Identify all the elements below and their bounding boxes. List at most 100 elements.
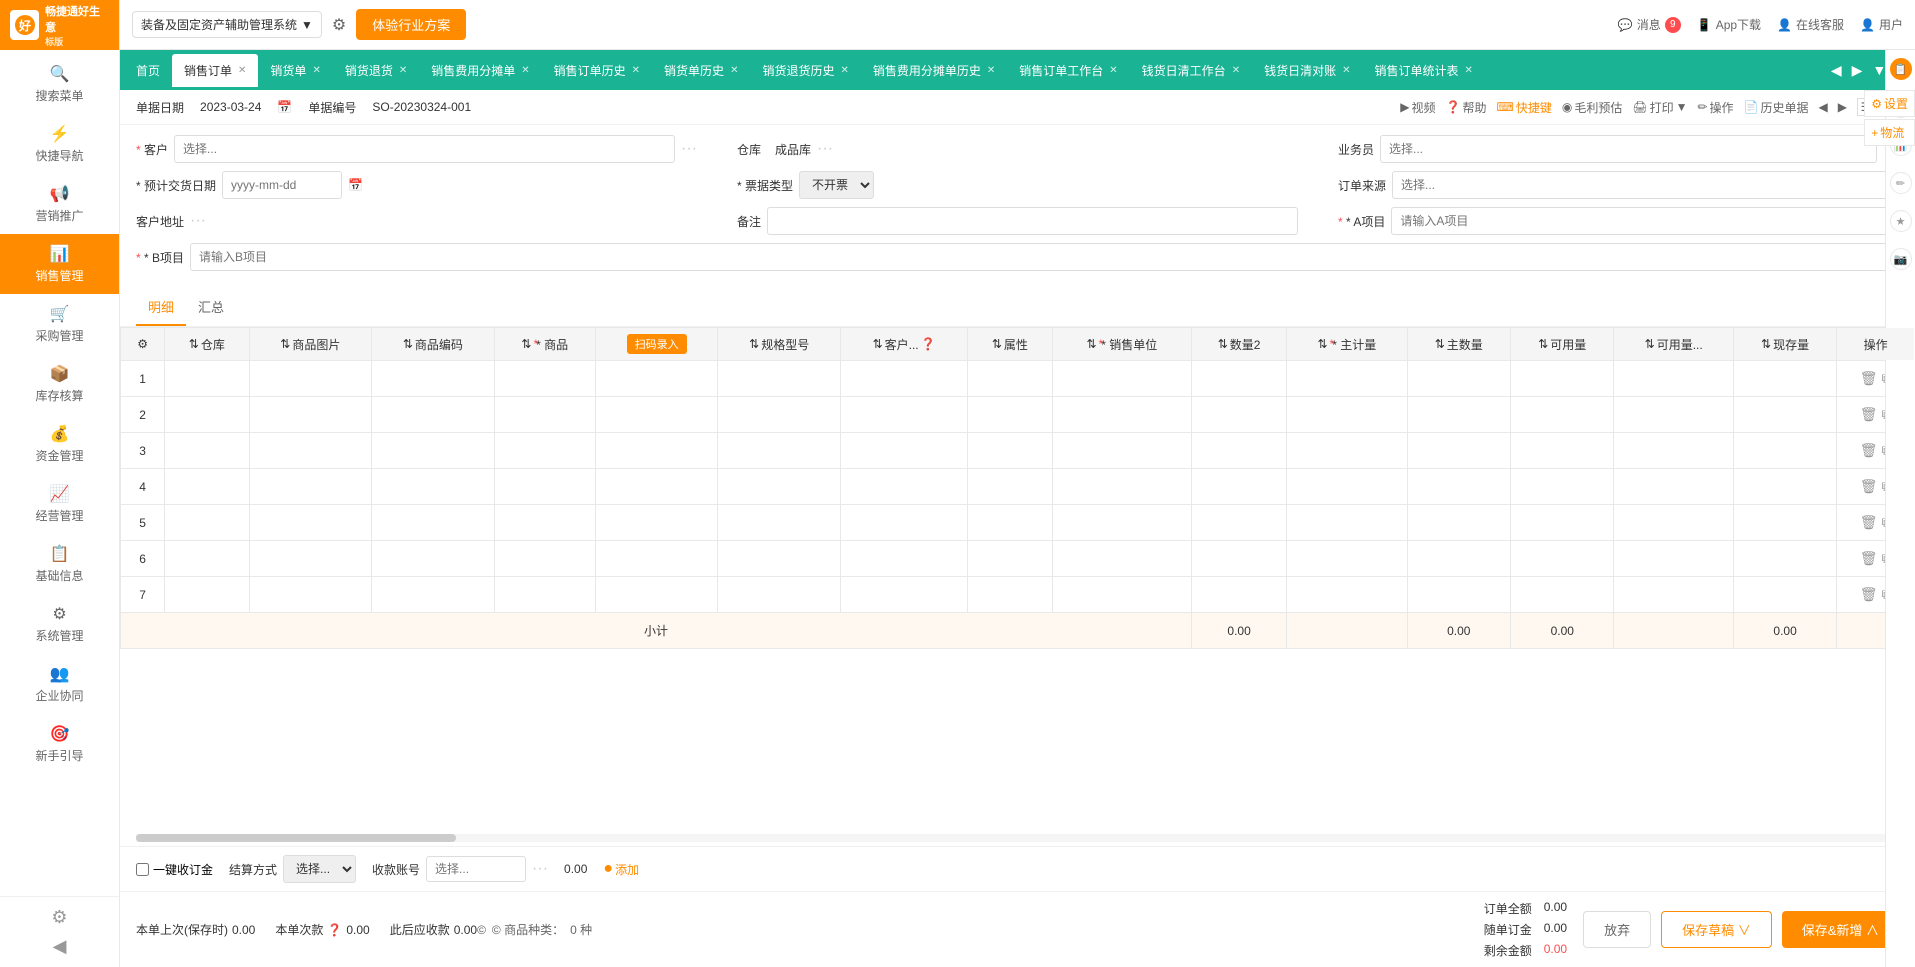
th-spec-sort[interactable]: ⇅ [749,337,759,351]
tab-reconcile[interactable]: 钱货日清对账 ✕ [1252,54,1362,87]
address-more-icon[interactable]: ··· [190,212,206,230]
row-warehouse[interactable] [165,397,249,433]
th-qty2-sort[interactable]: ⇅ [1218,337,1228,351]
right-panel-item-4[interactable]: ✏ [1890,172,1912,194]
sidebar-item-base[interactable]: 📋 基础信息 [0,534,119,594]
tab-detail[interactable]: 明细 [136,289,186,326]
tab-next-icon[interactable]: ▶ [1849,62,1866,79]
sidebar-item-system[interactable]: ⚙ 系统管理 [0,594,119,654]
row-unit[interactable] [1052,361,1192,397]
app-download-action[interactable]: 📱 App下载 [1697,16,1761,33]
sidebar-item-search[interactable]: 🔍 搜索菜单 [0,54,119,114]
row-delete-icon[interactable]: 🗑 [1860,406,1878,423]
th-customer-code-sort[interactable]: ⇅ [873,337,883,351]
row-main-unit[interactable] [1287,505,1407,541]
view-btn[interactable]: ▶ 视频 [1400,99,1435,116]
tab-reconcile-close[interactable]: ✕ [1342,65,1350,76]
row-code[interactable] [372,361,495,397]
row-code[interactable] [372,433,495,469]
row-product[interactable] [494,433,595,469]
row-customer-code[interactable] [840,541,967,577]
row-main-unit[interactable] [1287,541,1407,577]
staff-input[interactable] [1380,135,1877,163]
row-warehouse[interactable] [165,577,249,613]
row-product[interactable] [494,397,595,433]
sidebar-item-guide[interactable]: 🎯 新手引导 [0,714,119,774]
message-action[interactable]: 💬 消息 9 [1618,16,1681,33]
row-code[interactable] [372,397,495,433]
row-product[interactable] [494,361,595,397]
row-qty2[interactable] [1192,577,1287,613]
sidebar-item-marketing[interactable]: 📢 营销推广 [0,174,119,234]
tab-stats[interactable]: 销售订单统计表 ✕ [1362,54,1484,87]
order-source-input[interactable] [1392,171,1899,199]
warehouse-more-icon[interactable]: ··· [817,140,833,158]
right-panel-item-6[interactable]: 📷 [1890,248,1912,270]
row-delete-icon[interactable]: 🗑 [1860,442,1878,459]
th-main-unit-sort[interactable]: ⇅ [1317,337,1327,351]
project-b-input[interactable] [190,243,1899,271]
th-warehouse-sort[interactable]: ⇅ [189,337,199,351]
tab-summary[interactable]: 汇总 [186,289,236,326]
sidebar-item-quick[interactable]: ⚡ 快捷导航 [0,114,119,174]
discard-btn[interactable]: 放弃 [1583,911,1651,948]
sidebar-settings-icon[interactable]: ⚙ [51,907,67,928]
tab-sales-order[interactable]: 销售订单 ✕ [172,54,258,87]
tab-invoice[interactable]: 销货单 ✕ [258,54,332,87]
history-btn[interactable]: 📄 历史单据 [1744,99,1809,116]
row-unit[interactable] [1052,541,1192,577]
row-main-qty[interactable] [1407,433,1510,469]
row-qty2[interactable] [1192,469,1287,505]
row-warehouse[interactable] [165,505,249,541]
sidebar-collapse-icon[interactable]: ◀ [53,936,67,957]
row-qty2[interactable] [1192,433,1287,469]
row-warehouse[interactable] [165,541,249,577]
row-unit[interactable] [1052,469,1192,505]
help-btn[interactable]: ❓ 帮助 [1446,99,1487,116]
row-qty2[interactable] [1192,505,1287,541]
row-product[interactable] [494,577,595,613]
row-delete-icon[interactable]: 🗑 [1860,586,1878,603]
row-qty2[interactable] [1192,541,1287,577]
row-warehouse[interactable] [165,433,249,469]
customer-input[interactable] [174,135,675,163]
th-attr-sort[interactable]: ⇅ [992,337,1002,351]
credit-help-icon[interactable]: ❓ [327,923,342,937]
settings-float-btn[interactable]: ⚙ 设置 [1864,90,1915,117]
row-customer-code[interactable] [840,505,967,541]
row-spec[interactable] [718,505,841,541]
remark-input[interactable] [767,207,1298,235]
th-main-qty-sort[interactable]: ⇅ [1435,337,1445,351]
draft-btn[interactable]: 保存草稿 ∨ [1661,911,1772,948]
row-spec[interactable] [718,469,841,505]
row-main-qty[interactable] [1407,469,1510,505]
row-delete-icon[interactable]: 🗑 [1860,370,1878,387]
right-panel-item-5[interactable]: ★ [1890,210,1912,232]
save-btn[interactable]: 保存&新增 ∧ [1782,911,1899,948]
row-attr[interactable] [968,397,1052,433]
profit-btn[interactable]: ◉ 毛利预估 [1562,99,1623,116]
operation-btn[interactable]: ✏ 操作 [1697,99,1733,116]
tab-order-desk-close[interactable]: ✕ [1109,65,1117,76]
tab-expense-history[interactable]: 销售费用分摊单历史 ✕ [861,54,1007,87]
right-panel-item-1[interactable]: 📋 [1890,58,1912,80]
table-scrollbar[interactable] [136,834,1899,842]
invoice-select[interactable]: 不开票 [799,171,874,199]
row-attr[interactable] [968,577,1052,613]
row-warehouse[interactable] [165,361,249,397]
sidebar-item-finance[interactable]: 💰 资金管理 [0,414,119,474]
row-main-qty[interactable] [1407,541,1510,577]
th-unit-sort[interactable]: ⇅ [1086,337,1096,351]
row-code[interactable] [372,541,495,577]
row-customer-code[interactable] [840,361,967,397]
tab-expense-close[interactable]: ✕ [521,65,529,76]
sidebar-item-sales[interactable]: 📊 销售管理 [0,234,119,294]
tab-return-close[interactable]: ✕ [399,65,407,76]
row-main-unit[interactable] [1287,397,1407,433]
print-btn[interactable]: 🖨 打印 ▼ [1632,99,1687,116]
tab-home[interactable]: 首页 [124,54,172,87]
row-customer-code[interactable] [840,577,967,613]
row-delete-icon[interactable]: 🗑 [1860,478,1878,495]
row-delete-icon[interactable]: 🗑 [1860,514,1878,531]
bank-more-icon[interactable]: ··· [532,860,548,878]
